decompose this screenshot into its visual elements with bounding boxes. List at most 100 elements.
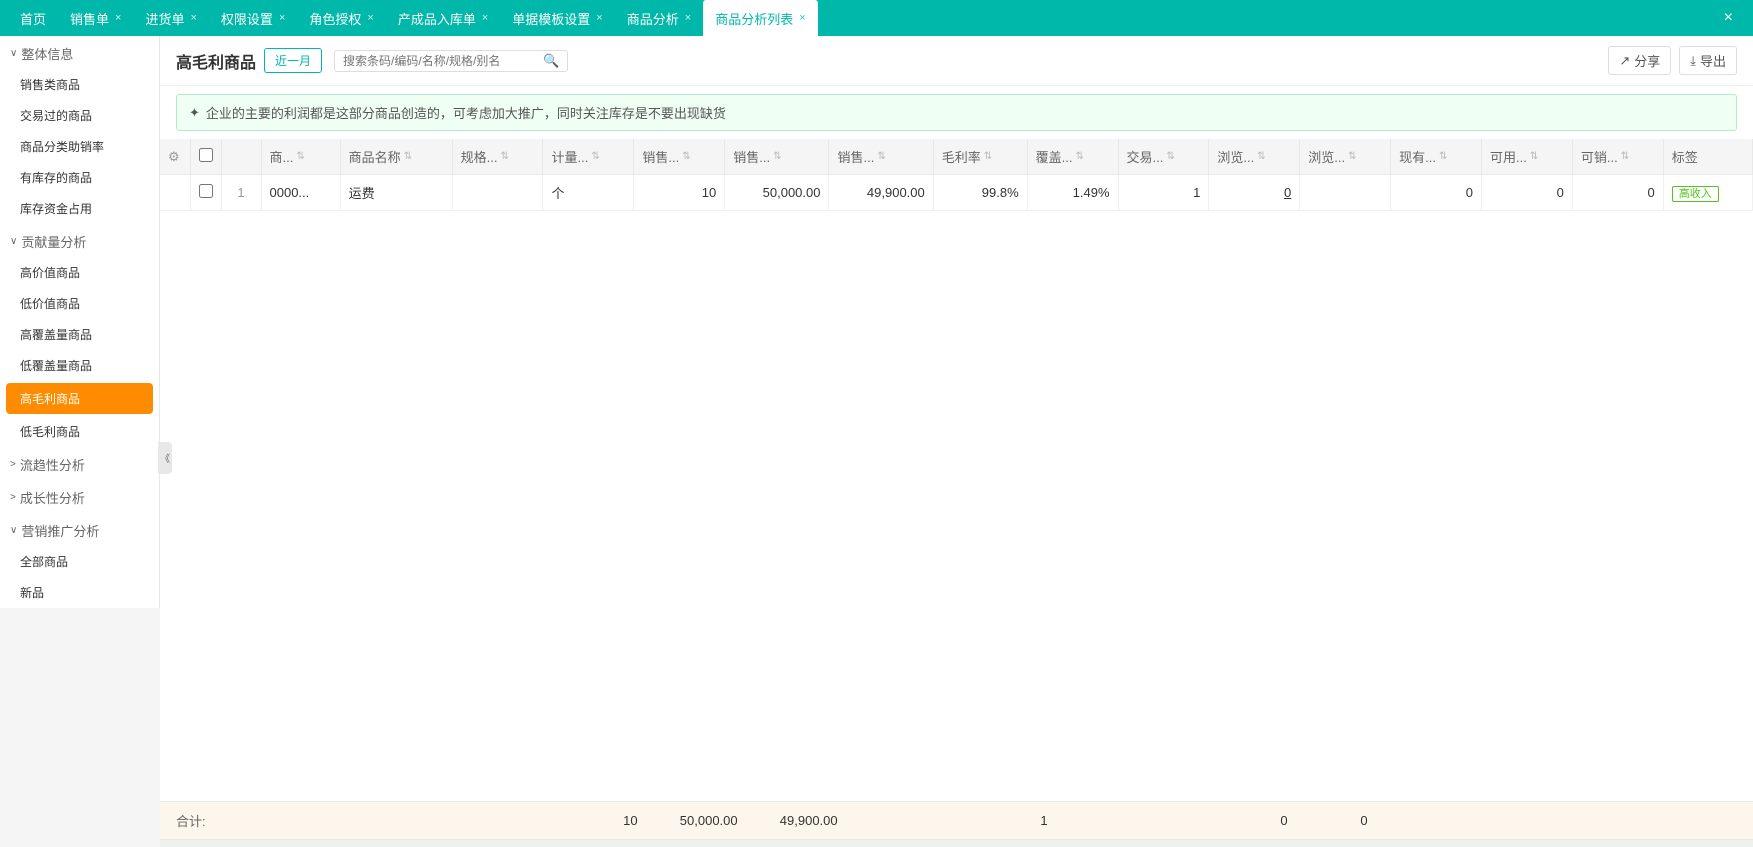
sidebar-item-低覆盖量商品[interactable]: 低覆盖量商品: [0, 350, 159, 381]
search-icon[interactable]: 🔍: [543, 53, 559, 69]
nav-item-单据模板设置[interactable]: 单据模板设置×: [500, 0, 614, 36]
sidebar-item-高价值商品[interactable]: 高价值商品: [0, 257, 159, 288]
col-header-12[interactable]: 交易...⇅: [1118, 139, 1209, 175]
col-header-5[interactable]: 规格...⇅: [452, 139, 543, 175]
section-label: 贡献量分析: [21, 232, 86, 251]
nav-close-商品分析[interactable]: ×: [685, 12, 691, 24]
nav-item-首页[interactable]: 首页: [8, 0, 58, 36]
footer-cell: 1: [996, 813, 1056, 828]
main-layout: ∨ 整体信息销售类商品交易过的商品商品分类助销率有库存的商品库存资金占用 ∨ 贡献量分…: [0, 36, 1753, 847]
table-footer: 合计: 1050,000.0049,900.00100: [160, 801, 1753, 839]
row-checkbox[interactable]: [199, 184, 213, 198]
sidebar-item-库存资金占用[interactable]: 库存资金占用: [0, 193, 159, 224]
sidebar-item-高毛利商品[interactable]: 高毛利商品: [6, 383, 153, 414]
footer-cell: [386, 813, 506, 828]
sidebar-item-商品分类助销率[interactable]: 商品分类助销率: [0, 131, 159, 162]
settings-icon[interactable]: ⚙: [168, 149, 180, 164]
search-input[interactable]: [343, 54, 543, 68]
footer-cell: [846, 813, 916, 828]
footer-cell: 0: [1216, 813, 1296, 828]
col-header-8[interactable]: 销售...⇅: [725, 139, 829, 175]
table-container: ⚙商...⇅商品名称⇅规格...⇅计量...⇅销售...⇅销售...⇅销售...…: [160, 139, 1753, 801]
section-label: 整体信息: [21, 44, 73, 63]
col-header-17[interactable]: 可销...⇅: [1572, 139, 1663, 175]
nav-close-销售单[interactable]: ×: [115, 12, 121, 24]
table-row: 10000...运费个1050,000.0049,900.0099.8%1.49…: [160, 175, 1753, 211]
info-banner: ✦ 企业的主要的利润都是这部分商品创造的，可考虑加大推广，同时关注库存是不要出现…: [176, 94, 1737, 131]
sidebar-item-有库存的商品[interactable]: 有库存的商品: [0, 162, 159, 193]
footer-cell: [226, 813, 386, 828]
sidebar-item-新品[interactable]: 新品: [0, 577, 159, 608]
footer-cell: [1136, 813, 1216, 828]
nav-item-商品分析[interactable]: 商品分析×: [615, 0, 703, 36]
col-header-3[interactable]: 商...⇅: [261, 139, 340, 175]
sidebar-section-成长性分析[interactable]: > 成长性分析: [0, 480, 159, 513]
sidebar-item-高覆盖量商品[interactable]: 高覆盖量商品: [0, 319, 159, 350]
period-button[interactable]: 近一月: [264, 48, 322, 73]
section-arrow: ∨: [10, 525, 17, 536]
section-arrow: ∨: [10, 48, 17, 59]
footer-cell: 50,000.00: [646, 813, 746, 828]
nav-close-单据模板设置[interactable]: ×: [596, 12, 602, 24]
col-header-4[interactable]: 商品名称⇅: [340, 139, 452, 175]
sidebar-section-流趋性分析[interactable]: >流趋性分析: [0, 447, 159, 480]
sidebar-item-低毛利商品[interactable]: 低毛利商品: [0, 416, 159, 447]
nav-item-商品分析列表[interactable]: 商品分析列表×: [703, 0, 817, 36]
info-text: 企业的主要的利润都是这部分商品创造的，可考虑加大推广，同时关注库存是不要出现缺货: [206, 103, 726, 122]
col-header-18: 标签: [1663, 139, 1752, 175]
nav-close-角色授权[interactable]: ×: [367, 12, 373, 24]
footer-cell: 10: [586, 813, 646, 828]
col-header-2: [221, 139, 261, 175]
sidebar-section-整体信息[interactable]: ∨ 整体信息: [0, 36, 159, 69]
content-area: 高毛利商品 近一月 🔍 ↗ 分享 ⤓ 导出 ✦ 企业的主要的利润都是这部分商品创…: [160, 36, 1753, 847]
col-header-16[interactable]: 可用...⇅: [1482, 139, 1573, 175]
col-header-7[interactable]: 销售...⇅: [634, 139, 725, 175]
sidebar-item-全部商品[interactable]: 全部商品: [0, 546, 159, 577]
col-header-10[interactable]: 毛利率⇅: [933, 139, 1027, 175]
section-arrow: >: [10, 459, 16, 470]
info-icon: ✦: [189, 105, 200, 121]
bottom-scrollbar[interactable]: [160, 839, 1753, 847]
close-window-button[interactable]: ×: [1712, 9, 1745, 27]
sidebar-section-营销推广分析[interactable]: ∨ 营销推广分析: [0, 513, 159, 546]
nav-item-进货单[interactable]: 进货单×: [133, 0, 208, 36]
nav-close-商品分析列表[interactable]: ×: [799, 12, 805, 24]
col-header-14[interactable]: 浏览...⇅: [1300, 139, 1391, 175]
sidebar-item-低价值商品[interactable]: 低价值商品: [0, 288, 159, 319]
nav-close-权限设置[interactable]: ×: [279, 12, 285, 24]
sidebar-item-销售类商品[interactable]: 销售类商品: [0, 69, 159, 100]
nav-item-产成品入库单[interactable]: 产成品入库单×: [386, 0, 500, 36]
footer-cell: [506, 813, 586, 828]
top-nav: 首页销售单×进货单×权限设置×角色授权×产成品入库单×单据模板设置×商品分析×商…: [0, 0, 1753, 36]
section-arrow: ∨: [10, 236, 17, 247]
export-button[interactable]: ⤓ 导出: [1679, 46, 1737, 75]
section-label: 营销推广分析: [21, 521, 99, 540]
footer-cell: [916, 813, 996, 828]
col-header-15[interactable]: 现有...⇅: [1391, 139, 1482, 175]
export-icon: ⤓: [1690, 53, 1696, 69]
col-header-6[interactable]: 计量...⇅: [543, 139, 634, 175]
select-all-checkbox[interactable]: [199, 148, 213, 162]
footer-cell: 49,900.00: [746, 813, 846, 828]
col-header-0: ⚙: [160, 139, 190, 175]
nav-item-权限设置[interactable]: 权限设置×: [209, 0, 297, 36]
nav-item-角色授权[interactable]: 角色授权×: [297, 0, 385, 36]
nav-item-销售单[interactable]: 销售单×: [58, 0, 133, 36]
col-header-13[interactable]: 浏览...⇅: [1209, 139, 1300, 175]
col-header-9[interactable]: 销售...⇅: [829, 139, 933, 175]
sidebar: ∨ 整体信息销售类商品交易过的商品商品分类助销率有库存的商品库存资金占用 ∨ 贡献量分…: [0, 36, 160, 608]
share-button[interactable]: ↗ 分享: [1608, 46, 1671, 75]
sidebar-item-交易过的商品[interactable]: 交易过的商品: [0, 100, 159, 131]
col-header-11[interactable]: 覆盖...⇅: [1027, 139, 1118, 175]
nav-close-进货单[interactable]: ×: [190, 12, 196, 24]
footer-cell: [1056, 813, 1136, 828]
section-label: 成长性分析: [20, 488, 85, 507]
nav-close-产成品入库单[interactable]: ×: [482, 12, 488, 24]
sidebar-collapse-button[interactable]: 《: [158, 442, 172, 474]
page-title: 高毛利商品: [176, 49, 256, 73]
tag-badge: 高收入: [1672, 186, 1719, 202]
data-table: ⚙商...⇅商品名称⇅规格...⇅计量...⇅销售...⇅销售...⇅销售...…: [160, 139, 1753, 211]
sidebar-section-贡献量分析[interactable]: ∨ 贡献量分析: [0, 224, 159, 257]
search-box: 🔍: [334, 50, 568, 72]
section-arrow: >: [10, 492, 16, 503]
